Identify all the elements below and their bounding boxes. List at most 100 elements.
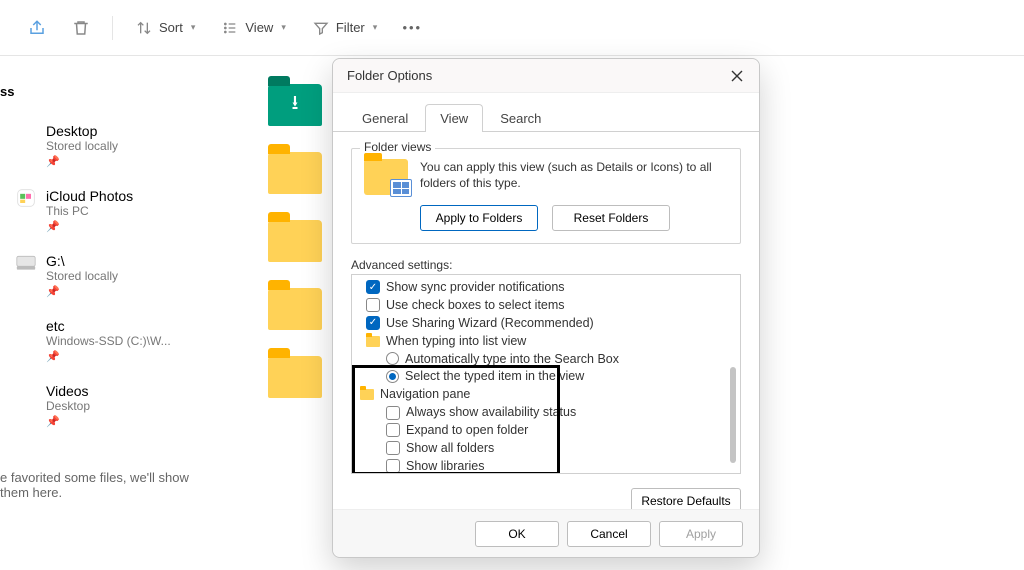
sidebar-item-videos[interactable]: Videos Desktop 📌 <box>0 377 232 442</box>
checkbox-icon: ✓ <box>366 316 380 330</box>
ellipsis-icon: ••• <box>403 19 421 37</box>
folder-item[interactable] <box>268 288 322 330</box>
checkbox-icon <box>386 406 400 420</box>
dialog-tabs: General View Search <box>333 93 759 132</box>
apply-button[interactable]: Apply <box>659 521 743 547</box>
sidebar-header: ss <box>0 84 232 99</box>
adv-item-sync[interactable]: ✓Show sync provider notifications <box>358 279 734 297</box>
checkbox-icon <box>386 423 400 437</box>
close-icon <box>731 70 743 82</box>
checkbox-icon <box>366 298 380 312</box>
pin-icon: 📌 <box>46 155 118 168</box>
ok-button[interactable]: OK <box>475 521 559 547</box>
download-icon: ⭳ <box>292 88 299 122</box>
sidebar-item-sublabel: Windows-SSD (C:)\W... <box>46 334 171 348</box>
filter-label: Filter <box>336 20 365 35</box>
pin-icon: 📌 <box>46 220 133 233</box>
sidebar-item-label: G:\ <box>46 253 118 269</box>
trash-icon <box>72 19 90 37</box>
pin-icon: 📌 <box>46 415 90 428</box>
dialog-body: Folder views You can apply this view (su… <box>333 132 759 509</box>
chevron-down-icon: ▾ <box>373 22 378 33</box>
sort-icon <box>135 19 153 37</box>
adv-item-nav-avail[interactable]: Always show availability status <box>358 404 734 422</box>
folder-views-legend: Folder views <box>360 140 435 154</box>
adv-group-navpane: Navigation pane <box>358 386 734 404</box>
adv-item-typing-auto[interactable]: Automatically type into the Search Box <box>358 351 734 369</box>
reset-folders-button[interactable]: Reset Folders <box>552 205 670 231</box>
sidebar-item-desktop[interactable]: Desktop Stored locally 📌 <box>0 117 232 182</box>
chevron-down-icon: ▾ <box>281 22 286 33</box>
checkbox-icon: ✓ <box>366 280 380 294</box>
pin-icon: 📌 <box>46 350 171 363</box>
pin-icon: 📌 <box>46 285 118 298</box>
tab-search[interactable]: Search <box>485 104 556 132</box>
tab-view[interactable]: View <box>425 104 483 132</box>
adv-item-nav-all[interactable]: Show all folders <box>358 440 734 458</box>
delete-button[interactable] <box>62 13 100 43</box>
advanced-settings-list[interactable]: ✓Show sync provider notifications Use ch… <box>351 274 741 474</box>
close-button[interactable] <box>725 64 749 88</box>
sidebar-item-sublabel: Desktop <box>46 399 90 413</box>
scrollbar-thumb[interactable] <box>730 367 736 463</box>
folder-item[interactable] <box>268 356 322 398</box>
folder-icon <box>366 336 380 347</box>
filter-icon <box>312 19 330 37</box>
drive-icon <box>16 253 36 273</box>
folder-views-group: Folder views You can apply this view (su… <box>351 148 741 244</box>
filter-button[interactable]: Filter ▾ <box>302 13 387 43</box>
folder-item[interactable] <box>268 220 322 262</box>
folder-views-text: You can apply this view (such as Details… <box>420 159 728 191</box>
apply-to-folders-button[interactable]: Apply to Folders <box>420 205 538 231</box>
sidebar-item-label: Videos <box>46 383 90 399</box>
icloud-icon <box>16 188 36 208</box>
adv-item-sharing[interactable]: ✓Use Sharing Wizard (Recommended) <box>358 315 734 333</box>
folder-item[interactable] <box>268 152 322 194</box>
share-icon <box>28 19 46 37</box>
radio-icon <box>386 352 399 365</box>
more-button[interactable]: ••• <box>393 13 431 43</box>
sidebar-item-label: Desktop <box>46 123 118 139</box>
view-button[interactable]: View ▾ <box>211 13 295 43</box>
sidebar-item-sublabel: Stored locally <box>46 139 118 153</box>
folder-icon <box>16 318 36 338</box>
dialog-title: Folder Options <box>347 68 725 83</box>
sort-button[interactable]: Sort ▾ <box>125 13 205 43</box>
dialog-titlebar: Folder Options <box>333 59 759 93</box>
cancel-button[interactable]: Cancel <box>567 521 651 547</box>
explorer-toolbar: Sort ▾ View ▾ Filter ▾ ••• <box>0 0 1024 56</box>
sidebar-item-label: etc <box>46 318 171 334</box>
adv-group-typing: When typing into list view <box>358 333 734 351</box>
folder-item-downloads[interactable]: ⭳ <box>268 84 322 126</box>
desktop-icon <box>16 123 36 143</box>
view-icon <box>221 19 239 37</box>
advanced-settings-label: Advanced settings: <box>351 258 741 272</box>
adv-item-checkboxes[interactable]: Use check boxes to select items <box>358 297 734 315</box>
checkbox-icon <box>386 441 400 455</box>
checkbox-icon <box>386 459 400 473</box>
dialog-footer: OK Cancel Apply <box>333 509 759 557</box>
folder-icon <box>16 383 36 403</box>
chevron-down-icon: ▾ <box>191 22 196 33</box>
share-button[interactable] <box>18 13 56 43</box>
radio-icon <box>386 370 399 383</box>
restore-defaults-button[interactable]: Restore Defaults <box>631 488 741 509</box>
adv-item-nav-expand[interactable]: Expand to open folder <box>358 422 734 440</box>
adv-item-typing-select[interactable]: Select the typed item in the view <box>358 368 734 386</box>
view-label: View <box>245 20 273 35</box>
folder-options-dialog: Folder Options General View Search Folde… <box>332 58 760 558</box>
sidebar-item-icloud[interactable]: iCloud Photos This PC 📌 <box>0 182 232 247</box>
sidebar-item-sublabel: This PC <box>46 204 133 218</box>
tab-general[interactable]: General <box>347 104 423 132</box>
sidebar-item-etc[interactable]: etc Windows-SSD (C:)\W... 📌 <box>0 312 232 377</box>
sort-label: Sort <box>159 20 183 35</box>
toolbar-separator <box>112 16 113 40</box>
sidebar-item-sublabel: Stored locally <box>46 269 118 283</box>
folder-icon <box>360 389 374 400</box>
adv-item-nav-lib[interactable]: Show libraries <box>358 458 734 474</box>
folder-views-icon <box>364 159 408 195</box>
sidebar-item-label: iCloud Photos <box>46 188 133 204</box>
favorites-hint: e favorited some files, we'll show them … <box>0 442 232 500</box>
explorer-sidebar: ss Desktop Stored locally 📌 iCloud Photo… <box>0 56 232 570</box>
sidebar-item-gdrive[interactable]: G:\ Stored locally 📌 <box>0 247 232 312</box>
